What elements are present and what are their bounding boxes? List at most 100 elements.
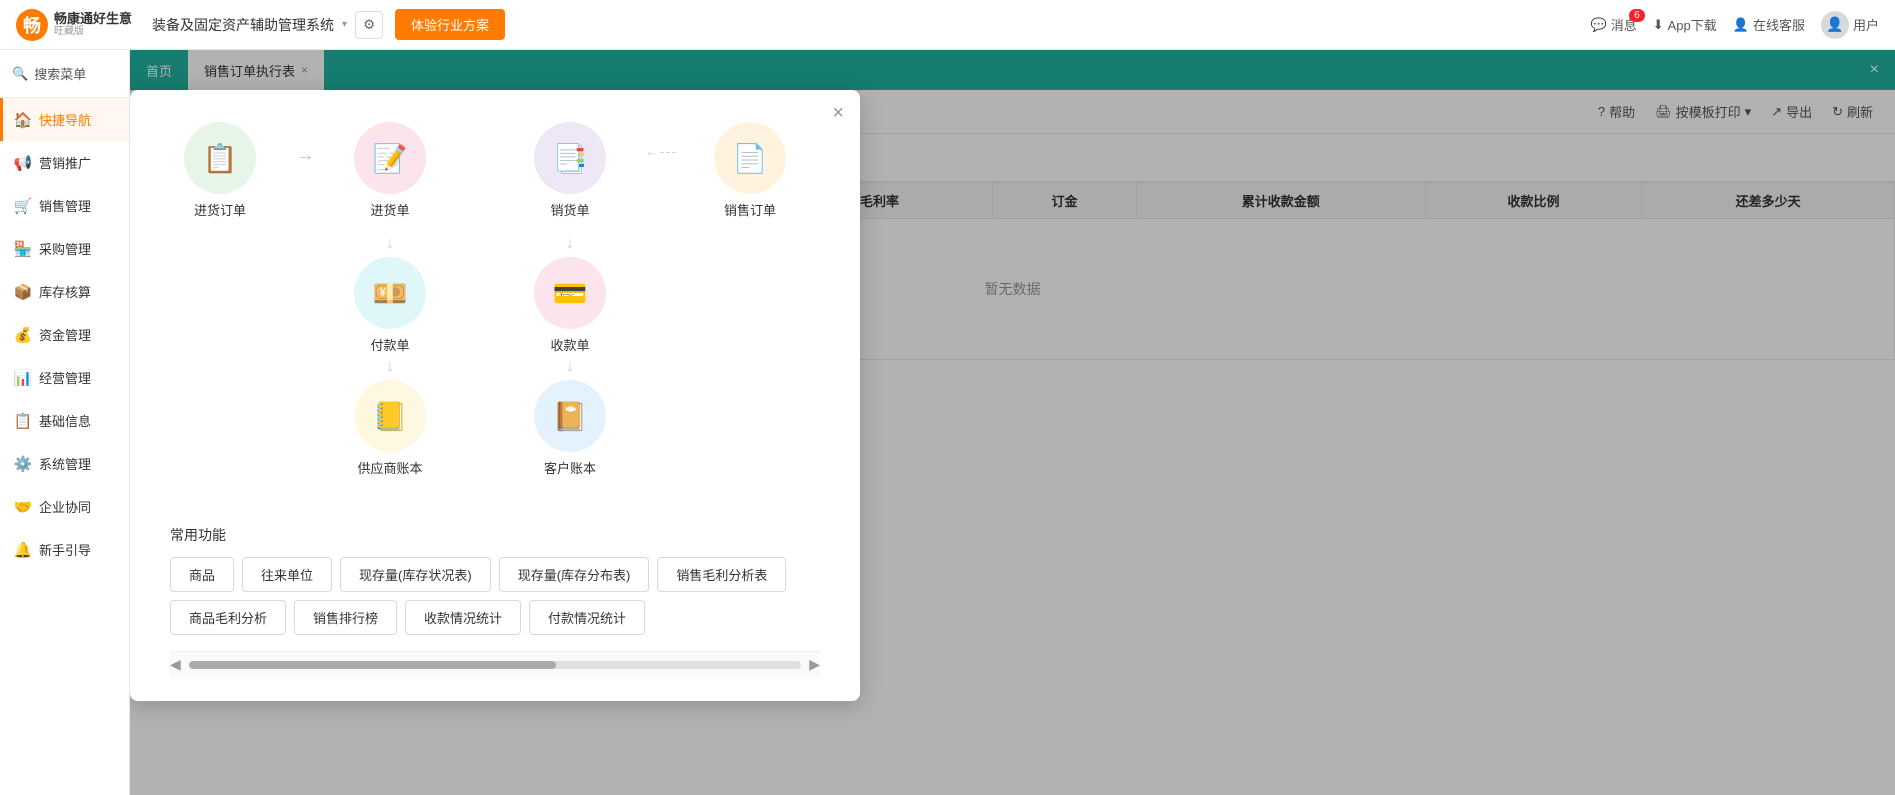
system-title-text: 装备及固定资产辅助管理系统 xyxy=(152,15,334,35)
logo-icon: 畅 xyxy=(16,9,48,41)
function-btns: 商品往来单位现存量(库存状况表)现存量(库存分布表)销售毛利分析表商品毛利分析销… xyxy=(170,557,820,635)
flow-sale-bill: 📑 销货单 xyxy=(520,122,620,219)
logo-area: 畅 畅康通好生意 旺藏版 xyxy=(16,9,132,41)
function-btn-销售毛利分析表[interactable]: 销售毛利分析表 xyxy=(657,557,786,592)
user-menu[interactable]: 👤 用户 xyxy=(1821,11,1879,39)
marketing-icon: 📢 xyxy=(15,155,31,171)
sidebar-item-operation[interactable]: 📊 经营管理 xyxy=(0,356,129,399)
scroll-right-button[interactable]: ▶ xyxy=(809,656,820,673)
search-label: 搜索菜单 xyxy=(34,64,86,83)
modal-close-button[interactable]: × xyxy=(832,102,844,125)
function-btn-商品毛利分析[interactable]: 商品毛利分析 xyxy=(170,600,286,635)
purchase-order-icon: 📋 xyxy=(184,122,256,194)
quick-nav-label: 快捷导航 xyxy=(39,110,91,129)
system-label: 系统管理 xyxy=(39,454,91,473)
gear-button[interactable]: ⚙ xyxy=(355,11,383,39)
receipt-label: 收款单 xyxy=(550,335,589,354)
sidebar: 🔍 搜索菜单 🏠 快捷导航 📢 营销推广 🛒销售管理 🏪 采购管理 📦 库存核算 💰 资金管理 📊 经营… xyxy=(0,50,130,795)
common-functions-title: 常用功能 xyxy=(170,525,820,545)
customer-account-icon: 📔 xyxy=(534,380,606,452)
sale-bill-label: 销货单 xyxy=(550,200,589,219)
function-btn-销售排行榜[interactable]: 销售排行榜 xyxy=(294,600,397,635)
function-btn-往来单位[interactable]: 往来单位 xyxy=(242,557,332,592)
sales-icon: 🛒 xyxy=(15,198,31,214)
function-btn-商品[interactable]: 商品 xyxy=(170,557,234,592)
function-btn-付款情况统计[interactable]: 付款情况统计 xyxy=(529,600,645,635)
enterprise-label: 企业协同 xyxy=(39,497,91,516)
purchase-order-label: 进货订单 xyxy=(194,200,246,219)
quick-nav-icon: 🏠 xyxy=(15,112,31,128)
flow-supplier-account: 📒 供应商账本 xyxy=(340,380,440,477)
sale-order-label: 销售订单 xyxy=(724,200,776,219)
inventory-label: 库存核算 xyxy=(39,282,91,301)
sidebar-item-basic[interactable]: 📋 基础信息 xyxy=(0,399,129,442)
modal-overlay: × 📋 进货订单 → xyxy=(130,50,1895,795)
system-title: 装备及固定资产辅助管理系统 ▾ xyxy=(152,15,347,35)
sidebar-item-marketing[interactable]: 📢 营销推广 xyxy=(0,141,129,184)
flow-customer-account: 📔 客户账本 xyxy=(520,380,620,477)
operation-label: 经营管理 xyxy=(39,368,91,387)
message-badge: 6 xyxy=(1629,9,1645,22)
scroll-left-button[interactable]: ◀ xyxy=(170,656,181,673)
sidebar-item-enterprise[interactable]: 🤝 企业协同 xyxy=(0,485,129,528)
inventory-icon: 📦 xyxy=(15,284,31,300)
search-icon: 🔍 xyxy=(12,66,28,82)
marketing-label: 营销推广 xyxy=(39,153,91,172)
scroll-track[interactable] xyxy=(189,661,801,669)
app-wrapper: 畅 畅康通好生意 旺藏版 装备及固定资产辅助管理系统 ▾ ⚙ 体验行业方案 💬 … xyxy=(0,0,1895,795)
top-bar: 畅 畅康通好生意 旺藏版 装备及固定资产辅助管理系统 ▾ ⚙ 体验行业方案 💬 … xyxy=(0,0,1895,50)
newbie-icon: 🔔 xyxy=(15,542,31,558)
logo-text: 畅康通好生意 旺藏版 xyxy=(54,11,132,39)
flow-purchase-order: 📋 进货订单 xyxy=(170,122,270,219)
sale-order-icon: 📄 xyxy=(714,122,786,194)
sidebar-item-quick-nav[interactable]: 🏠 快捷导航 xyxy=(0,98,129,141)
operation-icon: 📊 xyxy=(15,370,31,386)
common-functions: 常用功能 商品往来单位现存量(库存状况表)现存量(库存分布表)销售毛利分析表商品… xyxy=(170,525,820,635)
customer-account-label: 客户账本 xyxy=(544,458,596,477)
sidebar-item-system[interactable]: ⚙️ 系统管理 xyxy=(0,442,129,485)
scroll-hint: ◀ ▶ xyxy=(170,651,820,677)
basic-icon: 📋 xyxy=(15,413,31,429)
user-avatar: 👤 xyxy=(1821,11,1849,39)
sidebar-search-button[interactable]: 🔍 搜索菜单 xyxy=(8,60,121,87)
dropdown-icon[interactable]: ▾ xyxy=(342,19,347,30)
sidebar-item-sales[interactable]: 🛒销售管理 xyxy=(0,184,129,227)
app-download-button[interactable]: ⬇ App下载 xyxy=(1653,15,1717,34)
sidebar-item-newbie[interactable]: 🔔 新手引导 xyxy=(0,528,129,571)
sidebar-item-purchase[interactable]: 🏪 采购管理 xyxy=(0,227,129,270)
finance-label: 资金管理 xyxy=(39,325,91,344)
message-icon: 💬 xyxy=(1591,17,1607,33)
content-area: 首页 销售订单执行表 × × ? 帮助 🖨 按模板打印 xyxy=(130,50,1895,795)
logo-sub: 旺藏版 xyxy=(54,26,132,38)
function-btn-现存量(库存分布表)[interactable]: 现存量(库存分布表) xyxy=(499,557,650,592)
system-icon: ⚙️ xyxy=(15,456,31,472)
purchase-label: 采购管理 xyxy=(39,239,91,258)
sale-bill-icon: 📑 xyxy=(534,122,606,194)
online-service-button[interactable]: 👤 在线客服 xyxy=(1733,15,1805,34)
arrow-purchase-to-bill: → xyxy=(270,144,340,167)
logo-main: 畅康通好生意 xyxy=(54,11,132,27)
finance-icon: 💰 xyxy=(15,327,31,343)
sidebar-item-inventory[interactable]: 📦 库存核算 xyxy=(0,270,129,313)
purchase-icon: 🏪 xyxy=(15,241,31,257)
experience-button[interactable]: 体验行业方案 xyxy=(395,9,505,40)
sidebar-items: 🏠 快捷导航 📢 营销推广 🛒销售管理 🏪 采购管理 📦 库存核算 💰 资金管理 📊 经营管理 📋 基础信息… xyxy=(0,98,129,571)
basic-label: 基础信息 xyxy=(39,411,91,430)
flow-payment: 💴 付款单 xyxy=(340,257,440,354)
enterprise-icon: 🤝 xyxy=(15,499,31,515)
purchase-bill-label: 进货单 xyxy=(370,200,409,219)
download-icon: ⬇ xyxy=(1653,17,1664,33)
function-btn-收款情况统计[interactable]: 收款情况统计 xyxy=(405,600,521,635)
message-button[interactable]: 💬 消息 6 xyxy=(1591,15,1637,34)
purchase-bill-icon: 📝 xyxy=(354,122,426,194)
service-icon: 👤 xyxy=(1733,17,1749,33)
flow-purchase-bill: 📝 进货单 xyxy=(340,122,440,219)
flow-modal: × 📋 进货订单 → xyxy=(130,90,860,701)
payment-icon: 💴 xyxy=(354,257,426,329)
supplier-account-label: 供应商账本 xyxy=(357,458,422,477)
sidebar-item-finance[interactable]: 💰 资金管理 xyxy=(0,313,129,356)
flow-sale-order: 📄 销售订单 xyxy=(700,122,800,219)
function-btn-现存量(库存状况表)[interactable]: 现存量(库存状况表) xyxy=(340,557,491,592)
newbie-label: 新手引导 xyxy=(39,540,91,559)
online-service-label: 在线客服 xyxy=(1753,15,1805,34)
